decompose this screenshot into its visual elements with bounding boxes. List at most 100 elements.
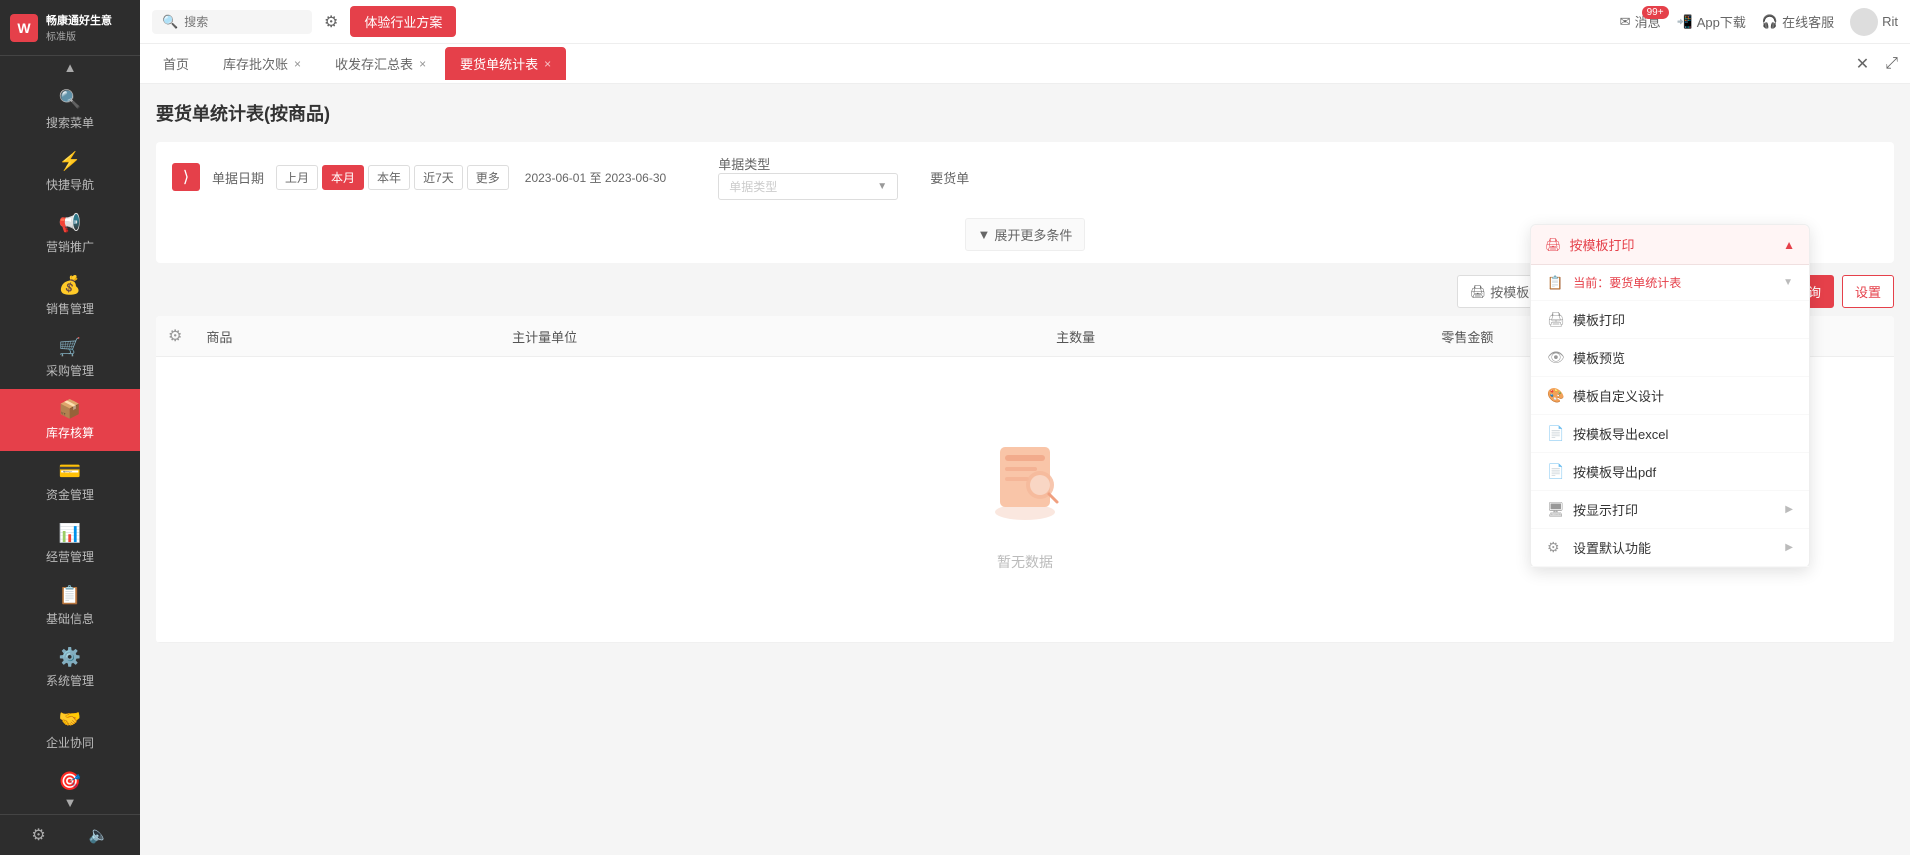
expand-more-button[interactable]: ▼ 展开更多条件 [965, 218, 1086, 251]
shortcut-icon: ⚡ [59, 151, 81, 172]
dropdown-item-template-preview[interactable]: 👁 模板预览 [1531, 339, 1809, 377]
sidebar-item-search[interactable]: 🔍 搜索菜单 [0, 79, 140, 141]
tab-bar: 首页 库存批次账 × 收发存汇总表 × 要货单统计表 × ✕ ⤢ [140, 44, 1910, 84]
search-icon: 🔍 [162, 14, 178, 30]
topbar-right: ✉ 消息 99+ 📲 App下载 🎧 在线客服 Rit [1620, 8, 1898, 36]
sidebar-item-system[interactable]: ⚙️ 系统管理 [0, 637, 140, 699]
chevron-down-icon: ▼ [877, 181, 887, 192]
sidebar-item-operations[interactable]: 📊 经营管理 [0, 513, 140, 575]
table-col-quantity: 主数量 [1044, 316, 1429, 357]
sidebar-item-enterprise[interactable]: 🤝 企业协同 [0, 699, 140, 761]
sidebar-item-shortcut[interactable]: ⚡ 快捷导航 [0, 141, 140, 203]
logo-icon: W [10, 14, 38, 42]
tab-receivable[interactable]: 收发存汇总表 × [320, 47, 441, 80]
close-tab-batch[interactable]: × [294, 57, 301, 71]
sales-icon: 💰 [59, 275, 81, 296]
expand-down-icon: ▼ [978, 227, 991, 242]
online-service-button[interactable]: 🎧 在线客服 [1762, 12, 1834, 31]
empty-icon [975, 427, 1075, 540]
page-title: 要货单统计表(按商品) [156, 100, 1894, 126]
date-btn-more[interactable]: 更多 [467, 165, 509, 190]
search-input[interactable] [184, 15, 284, 29]
sidebar-scroll-up[interactable]: ▲ [0, 56, 140, 79]
sidebar-scroll-down[interactable]: ▼ [0, 791, 140, 814]
newguide-icon: 🎯 [59, 771, 81, 791]
trial-button[interactable]: 体验行业方案 [350, 6, 456, 37]
printer-icon: 🖨 [1470, 284, 1487, 300]
table-col-unit: 主计量单位 [500, 316, 1044, 357]
avatar-image [1850, 8, 1878, 36]
tab-batch[interactable]: 库存批次账 × [208, 47, 316, 80]
gear-icon[interactable]: ⚙ [324, 12, 338, 32]
download-icon: 📲 [1677, 14, 1693, 30]
sidebar-item-marketing[interactable]: 📢 营销推广 [0, 203, 140, 265]
default-func-icon: ⚙ [1547, 539, 1563, 556]
page-content: 要货单统计表(按商品) ⟩ 单据日期 上月 本月 本年 近7天 更多 2023-… [140, 84, 1910, 855]
app-download-button[interactable]: 📲 App下载 [1677, 12, 1746, 31]
audio-button[interactable]: 🔈 [89, 825, 109, 845]
search-box: 🔍 [152, 10, 312, 34]
print-item-icon: 🖨 [1547, 311, 1563, 328]
tab-requisition[interactable]: 要货单统计表 × [445, 47, 566, 80]
type-select[interactable]: 单据类型 ▼ [718, 173, 898, 200]
messages-button[interactable]: ✉ 消息 99+ [1620, 12, 1661, 31]
filter-row-1: ⟩ 单据日期 上月 本月 本年 近7天 更多 2023-06-01 至 2023… [172, 154, 1878, 200]
sidebar-item-sales[interactable]: 💰 销售管理 [0, 265, 140, 327]
chevron-right-icon2: ▶ [1785, 542, 1793, 553]
close-window-button[interactable]: ✕ [1852, 50, 1873, 78]
date-btn-current-month[interactable]: 本月 [322, 165, 364, 190]
design-item-icon: 🎨 [1547, 387, 1563, 404]
expand-window-button[interactable]: ⤢ [1881, 51, 1902, 77]
date-range: 2023-06-01 至 2023-06-30 [525, 169, 666, 186]
app-logo: W 畅康通好生意 标准版 [0, 0, 140, 56]
inventory-icon: 📦 [59, 399, 81, 420]
type-filter: 单据类型 单据类型 ▼ [718, 154, 898, 200]
current-template-icon: 📋 [1547, 275, 1563, 291]
preview-item-icon: 👁 [1547, 349, 1563, 366]
sidebar-item-inventory[interactable]: 📦 库存核算 [0, 389, 140, 451]
dropdown-current-item[interactable]: 📋 当前：要货单统计表 ▼ [1531, 265, 1809, 301]
user-avatar[interactable]: Rit [1850, 8, 1898, 36]
operations-icon: 📊 [59, 523, 81, 544]
sidebar-item-basic[interactable]: 📋 基础信息 [0, 575, 140, 637]
dropdown-item-display-print[interactable]: 🖥 按显示打印 ▶ [1531, 491, 1809, 529]
display-print-icon: 🖥 [1547, 501, 1563, 518]
type-label: 单据类型 [718, 157, 770, 172]
dropdown-item-default-func[interactable]: ⚙ 设置默认功能 ▶ [1531, 529, 1809, 567]
dropdown-collapse-button[interactable]: ▲ [1783, 238, 1795, 252]
sidebar-nav: 🔍 搜索菜单 ⚡ 快捷导航 📢 营销推广 💰 销售管理 🛒 采购管理 📦 库存核… [0, 79, 140, 791]
settings-button[interactable]: 设置 [1842, 275, 1894, 308]
date-btn-current-year[interactable]: 本年 [368, 165, 410, 190]
pdf-item-icon: 📄 [1547, 463, 1563, 480]
dropdown-item-template-pdf[interactable]: 📄 按模板导出pdf [1531, 453, 1809, 491]
dropdown-item-template-design[interactable]: 🎨 模板自定义设计 [1531, 377, 1809, 415]
close-tab-receivable[interactable]: × [419, 57, 426, 71]
dropdown-item-template-print[interactable]: 🖨 模板打印 [1531, 301, 1809, 339]
table-col-product: 商品 [194, 316, 500, 357]
empty-text: 暂无数据 [997, 552, 1053, 572]
requisition-filter: 要货单 [930, 168, 969, 187]
chevron-down-icon: ▼ [1783, 277, 1793, 288]
tab-home[interactable]: 首页 [148, 47, 204, 80]
tab-controls: ✕ ⤢ [1852, 50, 1902, 78]
table-col-settings: ⚙ [156, 316, 194, 357]
sidebar-item-newguide[interactable]: 🎯 新手引导 [0, 761, 140, 791]
dropdown-header-controls: ▲ [1783, 238, 1795, 252]
date-btn-7days[interactable]: 近7天 [414, 165, 463, 190]
requisition-label: 要货单 [930, 168, 969, 187]
app-name: 畅康通好生意 标准版 [46, 12, 112, 43]
dropdown-item-template-excel[interactable]: 📄 按模板导出excel [1531, 415, 1809, 453]
headset-icon: 🎧 [1762, 14, 1778, 30]
search-icon: 🔍 [59, 89, 81, 110]
sidebar-item-finance[interactable]: 💳 资金管理 [0, 451, 140, 513]
enterprise-icon: 🤝 [59, 709, 81, 730]
dropdown-header: 🖨 按模板打印 ▲ [1531, 225, 1809, 265]
main-area: 🔍 ⚙ 体验行业方案 ✉ 消息 99+ 📲 App下载 🎧 在线客服 Rit [140, 0, 1910, 855]
close-tab-requisition[interactable]: × [544, 57, 551, 71]
basic-icon: 📋 [59, 585, 81, 606]
sidebar-item-purchase[interactable]: 🛒 采购管理 [0, 327, 140, 389]
filter-expand-icon[interactable]: ⟩ [172, 163, 200, 191]
date-btn-last-month[interactable]: 上月 [276, 165, 318, 190]
settings-button[interactable]: ⚙ [31, 825, 45, 845]
column-settings-icon[interactable]: ⚙ [168, 328, 182, 345]
